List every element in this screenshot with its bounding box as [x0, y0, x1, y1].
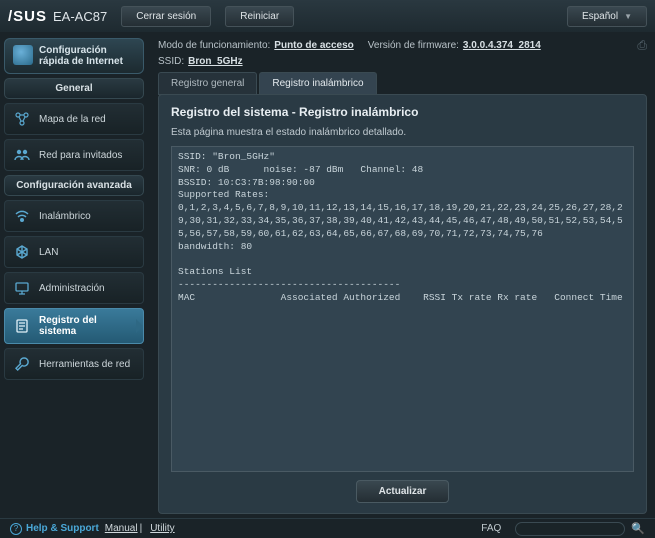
language-selector[interactable]: Español ▼: [567, 6, 647, 27]
tab-bar: Registro general Registro inalámbrico: [158, 72, 647, 95]
nav-guest-network[interactable]: Red para invitados: [4, 139, 144, 171]
search-input[interactable]: [515, 522, 625, 536]
nav-administration[interactable]: Administración: [4, 272, 144, 304]
search-icon[interactable]: 🔍: [631, 522, 645, 535]
lan-icon: [13, 243, 31, 261]
model-name: EA-AC87: [53, 9, 107, 24]
refresh-button[interactable]: Actualizar: [356, 480, 450, 503]
log-icon: [13, 317, 31, 335]
nav-label: Mapa de la red: [39, 114, 106, 125]
status-line-1: Modo de funcionamiento: Punto de acceso …: [158, 36, 647, 54]
sidebar: Configuración rápida de Internet General…: [0, 32, 148, 518]
panel-desc: Esta página muestra el estado inalámbric…: [171, 127, 634, 138]
reboot-button[interactable]: Reiniciar: [225, 6, 294, 27]
mode-label: Modo de funcionamiento:: [158, 40, 270, 51]
top-header: /SUS EA-AC87 Cerrar sesión Reiniciar Esp…: [0, 0, 655, 32]
log-output[interactable]: SSID: "Bron_5GHz" SNR: 0 dB noise: -87 d…: [171, 146, 634, 472]
help-label: Help & Support: [26, 523, 99, 534]
globe-icon: [13, 45, 33, 65]
tools-icon: [13, 355, 31, 373]
nav-network-tools[interactable]: Herramientas de red: [4, 348, 144, 380]
chevron-down-icon: ▼: [624, 12, 632, 21]
nav-label: Inalámbrico: [39, 211, 91, 222]
tab-wireless-log[interactable]: Registro inalámbrico: [259, 72, 376, 95]
wireless-icon: [13, 207, 31, 225]
ssid-value[interactable]: Bron_5GHz: [188, 56, 242, 67]
quick-setup-button[interactable]: Configuración rápida de Internet: [4, 38, 144, 74]
nav-label: Administración: [39, 283, 105, 294]
manual-link[interactable]: Manual: [105, 523, 138, 534]
nav-network-map[interactable]: Mapa de la red: [4, 103, 144, 135]
brand-logo: /SUS: [8, 8, 47, 25]
group-advanced: Configuración avanzada: [4, 175, 144, 196]
logout-button[interactable]: Cerrar sesión: [121, 6, 211, 27]
network-map-icon: [13, 110, 31, 128]
language-label: Español: [582, 11, 618, 22]
nav-wireless[interactable]: Inalámbrico: [4, 200, 144, 232]
help-icon: ?: [10, 523, 22, 535]
nav-system-log[interactable]: Registro del sistema: [4, 308, 144, 344]
printer-icon[interactable]: ⎙: [637, 38, 647, 53]
quick-setup-label: Configuración rápida de Internet: [39, 45, 135, 67]
admin-icon: [13, 279, 31, 297]
mode-value[interactable]: Punto de acceso: [274, 40, 353, 51]
main-content: Modo de funcionamiento: Punto de acceso …: [148, 32, 655, 518]
group-general: General: [4, 78, 144, 99]
fw-label: Versión de firmware:: [368, 40, 459, 51]
nav-label: Registro del sistema: [39, 315, 135, 337]
footer: ? Help & Support Manual | Utility FAQ 🔍: [0, 518, 655, 538]
tab-general-log[interactable]: Registro general: [158, 72, 257, 95]
nav-lan[interactable]: LAN: [4, 236, 144, 268]
nav-label: Red para invitados: [39, 150, 122, 161]
nav-label: Herramientas de red: [39, 359, 130, 370]
nav-label: LAN: [39, 247, 58, 258]
fw-value[interactable]: 3.0.0.4.374_2814: [463, 40, 541, 51]
log-panel: Registro del sistema - Registro inalámbr…: [158, 94, 647, 514]
faq-link[interactable]: FAQ: [481, 523, 501, 534]
ssid-label: SSID:: [158, 56, 184, 67]
panel-title: Registro del sistema - Registro inalámbr…: [171, 105, 634, 119]
guest-icon: [13, 146, 31, 164]
utility-link[interactable]: Utility: [150, 523, 174, 534]
status-line-2: SSID: Bron_5GHz: [158, 54, 647, 68]
